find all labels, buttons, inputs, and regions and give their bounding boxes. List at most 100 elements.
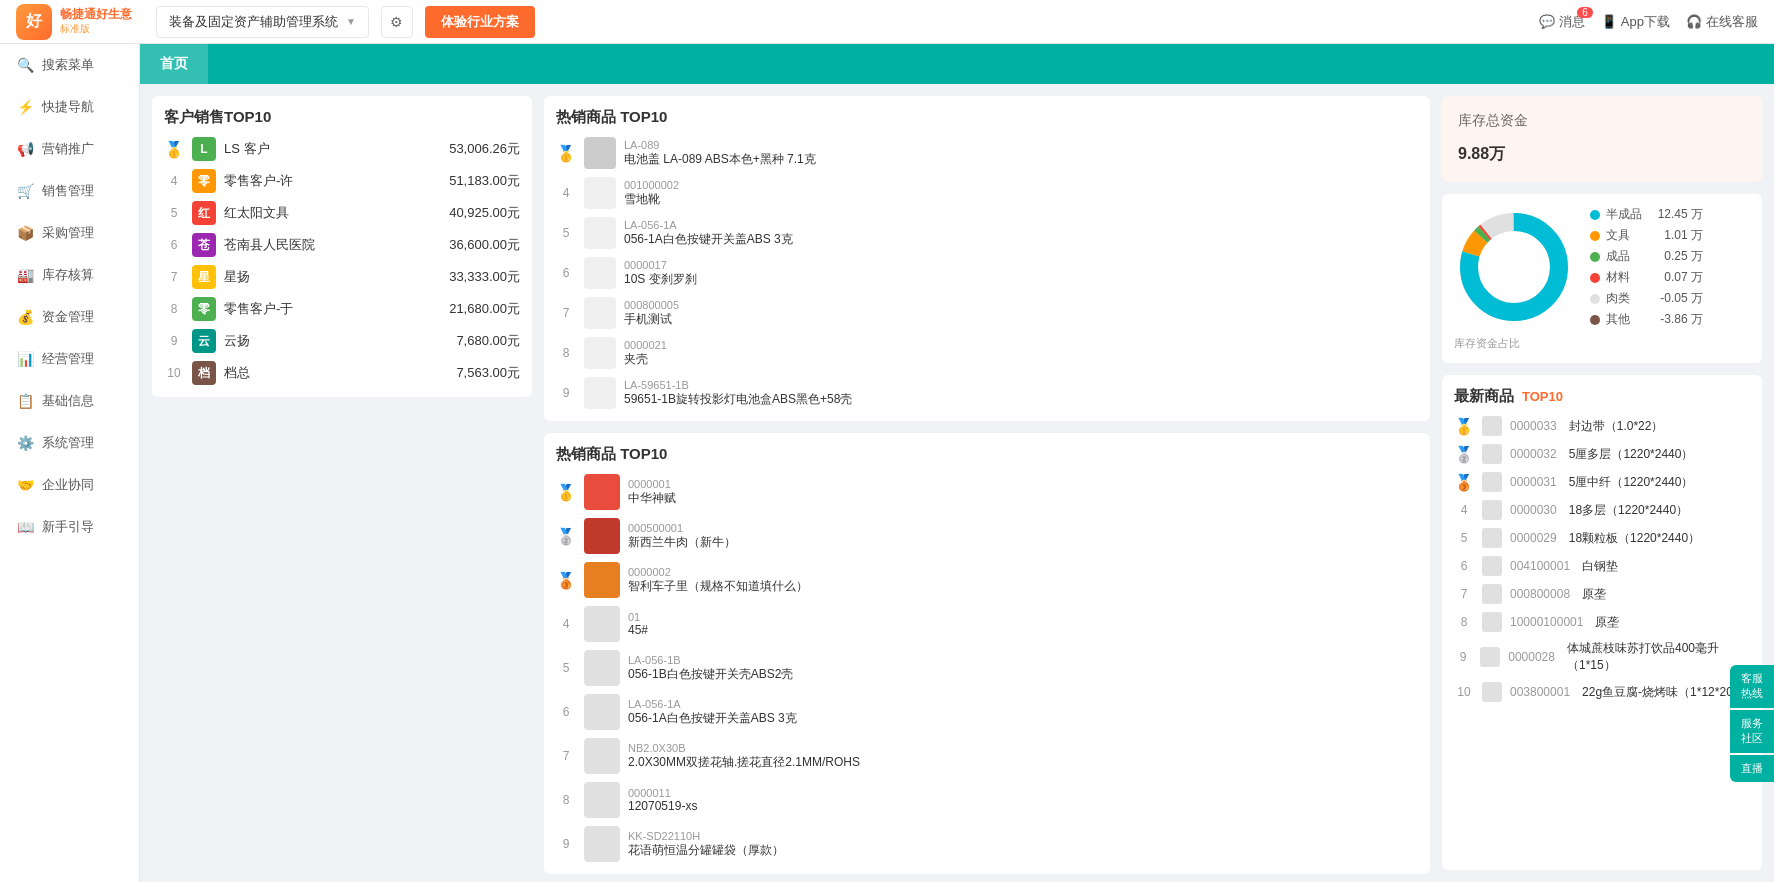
sidebar-item-system[interactable]: ⚙️ 系统管理	[0, 422, 139, 464]
purchased-info-2: 001000002 雪地靴	[624, 179, 679, 208]
system-selector[interactable]: 装备及固定资产辅助管理系统 ▼	[156, 6, 369, 38]
hot-img-1	[584, 474, 620, 510]
sidebar-item-quicknav[interactable]: ⚡ 快捷导航	[0, 86, 139, 128]
logo-text: 畅捷通好生意 标准版	[60, 7, 132, 37]
sidebar-item-corp[interactable]: 🤝 企业协同	[0, 464, 139, 506]
purchased-img-5	[584, 297, 616, 329]
rank-item-3: 5 红 红太阳文具 40,925.00元	[164, 201, 520, 225]
new-item-7: 7 000800008 原垄	[1454, 584, 1750, 604]
sidebar-item-operations[interactable]: 📊 经营管理	[0, 338, 139, 380]
sidebar-item-finance[interactable]: 💰 资金管理	[0, 296, 139, 338]
hot-img-6	[584, 694, 620, 730]
legend-item-4: 肉类 -0.05 万	[1590, 290, 1703, 307]
rank-avatar-1: L	[192, 137, 216, 161]
message-icon: 💬	[1539, 14, 1555, 29]
inventory-legend: 半成品 12.45 万 文具 1.01 万 成品 0	[1590, 206, 1703, 328]
headset-icon: 🎧	[1686, 14, 1702, 29]
inventory-card: 库存总资金 9.88万	[1442, 96, 1762, 182]
rank-avatar-8: 档	[192, 361, 216, 385]
purchased-item-3: 5 LA-056-1A 056-1A白色按键开关盖ABS 3克	[556, 217, 1418, 249]
customer-service-button[interactable]: 🎧 在线客服	[1686, 13, 1758, 31]
hot-img-8	[584, 782, 620, 818]
legend-dot-3	[1590, 273, 1600, 283]
sidebar-item-sales[interactable]: 🛒 销售管理	[0, 170, 139, 212]
rank-item-4: 6 苍 苍南县人民医院 36,600.00元	[164, 233, 520, 257]
rank-avatar-3: 红	[192, 201, 216, 225]
logo: 好 畅捷通好生意 标准版	[16, 4, 156, 40]
legend-item-2: 成品 0.25 万	[1590, 248, 1703, 265]
legend-item-0: 半成品 12.45 万	[1590, 206, 1703, 223]
sidebar-label-marketing: 营销推广	[42, 140, 94, 158]
settings-button[interactable]: ⚙	[381, 6, 413, 38]
hot-medal-2: 🥈	[556, 527, 576, 546]
message-button[interactable]: 💬 消息 6	[1539, 13, 1585, 31]
message-badge: 6	[1577, 7, 1593, 18]
content-area: 首页 客户销售TOP10 🥇 L LS 客户 53,006.26	[140, 44, 1774, 882]
new-item-4: 4 0000030 18多层（1220*2440）	[1454, 500, 1750, 520]
sidebar-item-purchase[interactable]: 📦 采购管理	[0, 212, 139, 254]
new-products-card: 最新商品 TOP10 🥇 0000033 封边带（1.0*22） 🥈	[1442, 375, 1762, 870]
new-item-6: 6 004100001 白钢垫	[1454, 556, 1750, 576]
topbar-right: 💬 消息 6 📱 App下载 🎧 在线客服	[1539, 13, 1758, 31]
purchase-icon: 📦	[16, 224, 34, 242]
float-buttons: 客服热线 服务社区 直播	[1730, 665, 1774, 782]
sidebar-label-inventory: 库存核算	[42, 266, 94, 284]
app-download-button[interactable]: 📱 App下载	[1601, 13, 1670, 31]
rank-amount-3: 40,925.00元	[449, 204, 520, 222]
trial-button[interactable]: 体验行业方案	[425, 6, 535, 38]
hot-info-7: NB2.0X30B 2.0X30MM双搓花轴.搓花直径2.1MM/ROHS	[628, 742, 860, 771]
rank-name-4: 苍南县人民医院	[224, 236, 441, 254]
sidebar-item-marketing[interactable]: 📢 营销推广	[0, 128, 139, 170]
sidebar-label-search: 搜索菜单	[42, 56, 94, 74]
new-item-5: 5 0000029 18颗粒板（1220*2440）	[1454, 528, 1750, 548]
sidebar-item-basic[interactable]: 📋 基础信息	[0, 380, 139, 422]
topbar: 好 畅捷通好生意 标准版 装备及固定资产辅助管理系统 ▼ ⚙ 体验行业方案 💬 …	[0, 0, 1774, 44]
float-direct-button[interactable]: 直播	[1730, 755, 1774, 782]
quicknav-icon: ⚡	[16, 98, 34, 116]
hot-img-2	[584, 518, 620, 554]
purchased-img-3	[584, 217, 616, 249]
purchased-info-6: 0000021 夹壳	[624, 339, 667, 368]
inventory-chart-card: 半成品 12.45 万 文具 1.01 万 成品 0	[1442, 194, 1762, 363]
float-hotline-button[interactable]: 客服热线	[1730, 665, 1774, 708]
float-community-button[interactable]: 服务社区	[1730, 710, 1774, 753]
purchased-item-6: 8 0000021 夹壳	[556, 337, 1418, 369]
inventory-label: 库存资金占比	[1454, 336, 1750, 351]
hot-item-2: 🥈 000500001 新西兰牛肉（新牛）	[556, 518, 1418, 554]
purchased-item-7: 9 LA-59651-1B 59651-1B旋转投影灯电池盒ABS黑色+58壳	[556, 377, 1418, 409]
customer-ranking-card: 客户销售TOP10 🥇 L LS 客户 53,006.26元 4	[152, 96, 532, 397]
hot-info-4: 01 45#	[628, 611, 648, 637]
sidebar-item-search[interactable]: 🔍 搜索菜单	[0, 44, 139, 86]
sidebar-item-inventory[interactable]: 🏭 库存核算	[0, 254, 139, 296]
sidebar-label-guide: 新手引导	[42, 518, 94, 536]
customer-ranking-title: 客户销售TOP10	[164, 108, 520, 127]
rank-item-2: 4 零 零售客户-许 51,183.00元	[164, 169, 520, 193]
donut-chart	[1454, 207, 1574, 327]
new-item-8: 8 10000100001 原垄	[1454, 612, 1750, 632]
hot-img-7	[584, 738, 620, 774]
dropdown-arrow: ▼	[346, 16, 356, 27]
purchased-info-1: LA-089 电池盖 LA-089 ABS本色+黑种 7.1克	[624, 139, 816, 168]
new-item-10: 10 003800001 22g鱼豆腐-烧烤味（1*12*20）	[1454, 682, 1750, 702]
corp-icon: 🤝	[16, 476, 34, 494]
topbar-center: 装备及固定资产辅助管理系统 ▼ ⚙ 体验行业方案	[156, 6, 1539, 38]
rank-avatar-6: 零	[192, 297, 216, 321]
hot-info-3: 0000002 智利车子里（规格不知道填什么）	[628, 566, 808, 595]
legend-dot-1	[1590, 231, 1600, 241]
right-panel: 库存总资金 9.88万	[1442, 96, 1762, 870]
rank-item-6: 8 零 零售客户-于 21,680.00元	[164, 297, 520, 321]
sidebar-label-corp: 企业协同	[42, 476, 94, 494]
hot-products-title: 热销商品 TOP10	[556, 445, 1418, 464]
tab-home[interactable]: 首页	[140, 44, 208, 84]
new-products-title: 最新商品 TOP10	[1454, 387, 1750, 406]
middle-panel: 热销商品 TOP10 🥇 LA-089 电池盖 LA-089 ABS本色+黑种 …	[544, 96, 1430, 870]
new-img-9	[1480, 647, 1500, 667]
new-img-5	[1482, 528, 1502, 548]
donut-section: 半成品 12.45 万 文具 1.01 万 成品 0	[1454, 206, 1750, 328]
legend-dot-5	[1590, 315, 1600, 325]
hot-info-9: KK-SD22110H 花语萌恒温分罐罐袋（厚款）	[628, 830, 784, 859]
purchased-img-1	[584, 137, 616, 169]
hot-item-9: 9 KK-SD22110H 花语萌恒温分罐罐袋（厚款）	[556, 826, 1418, 862]
sidebar-label-system: 系统管理	[42, 434, 94, 452]
sidebar-item-guide[interactable]: 📖 新手引导	[0, 506, 139, 548]
